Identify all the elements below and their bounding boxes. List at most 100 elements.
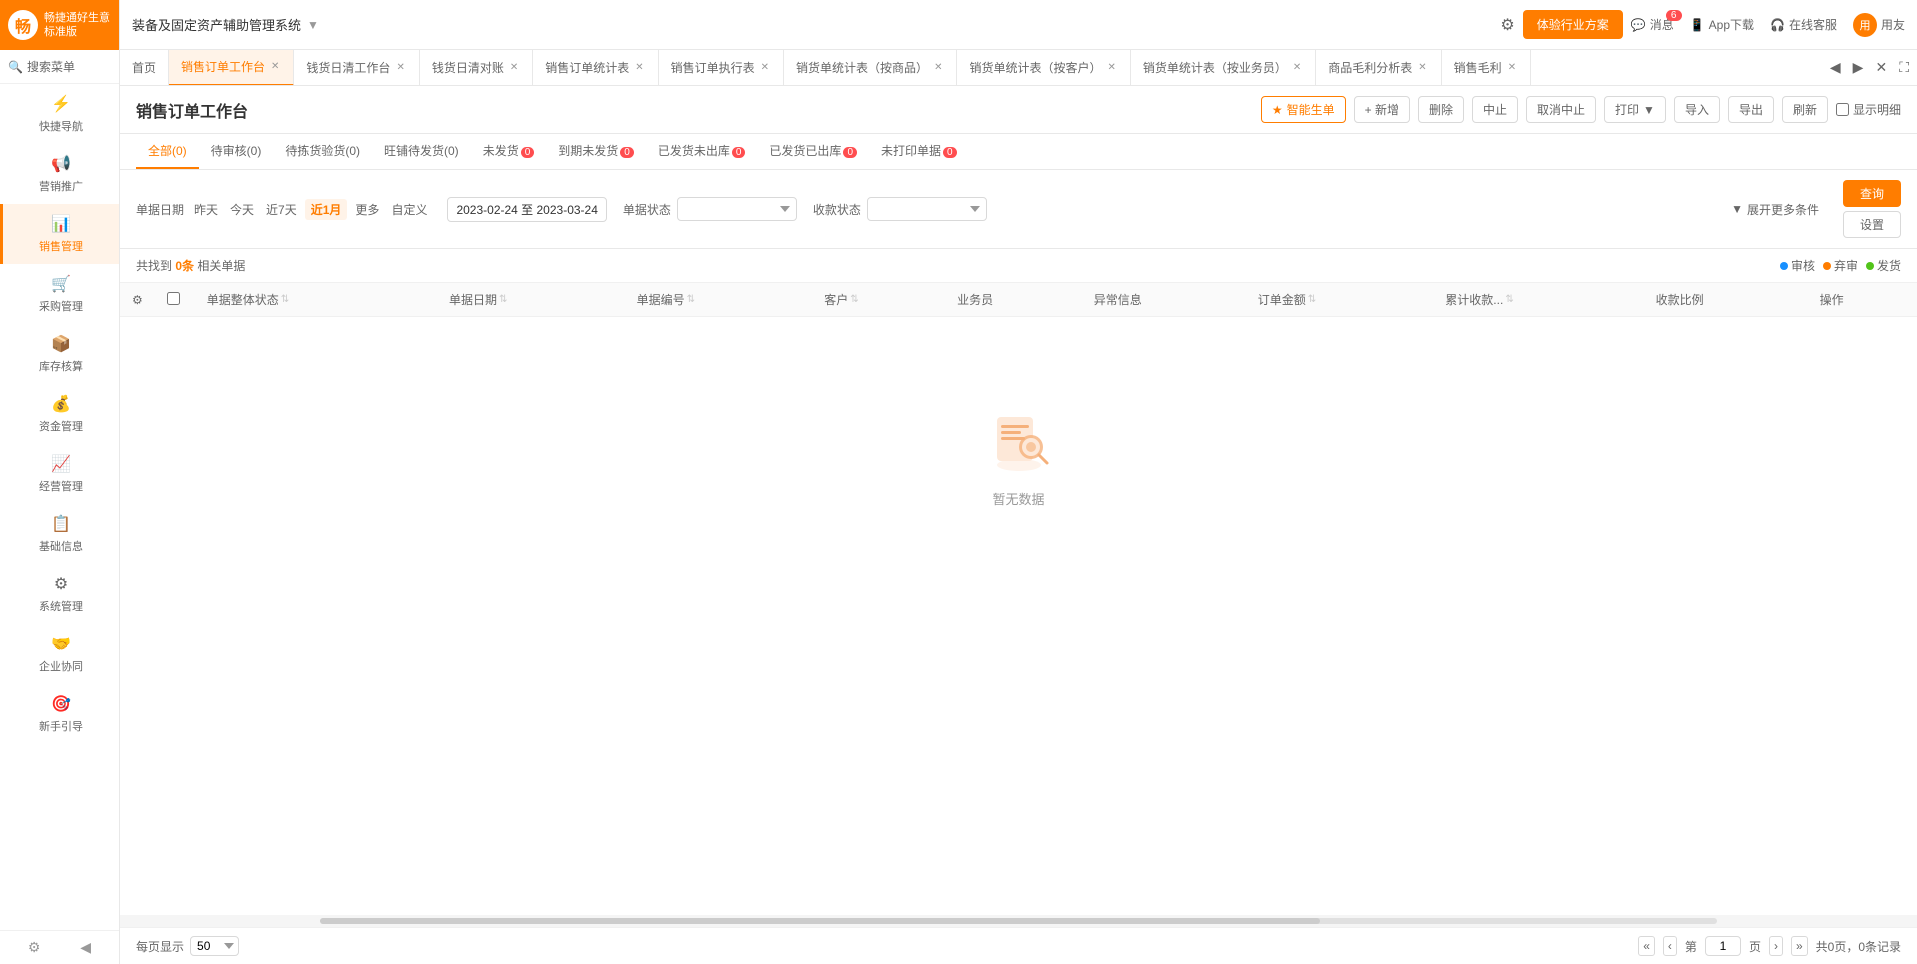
export-btn[interactable]: 导出: [1728, 96, 1774, 123]
sidebar-item-guide[interactable]: 🎯 新手引导: [0, 684, 119, 744]
topbar-title-area: 装备及固定资产辅助管理系统 ▼: [132, 15, 1492, 34]
tab-sales-profit-close[interactable]: ✕: [1506, 61, 1518, 74]
tab-sales-stats-staff[interactable]: 销货单统计表（按业务员） ✕: [1131, 50, 1316, 86]
sidebar-item-base[interactable]: 📋 基础信息: [0, 504, 119, 564]
tab-sales-stats-customer[interactable]: 销货单统计表（按客户） ✕: [957, 50, 1130, 86]
sort-customer-icon[interactable]: ⇅: [850, 294, 858, 305]
page-input[interactable]: [1705, 936, 1741, 956]
batch-unreview-btn[interactable]: 弃审: [1823, 257, 1858, 274]
add-btn[interactable]: + 新增: [1354, 96, 1410, 123]
tab-sales-order-stats-close[interactable]: ✕: [633, 61, 645, 74]
search-settings-btn[interactable]: 设置: [1843, 211, 1901, 238]
page-next-btn[interactable]: ›: [1769, 936, 1783, 956]
sidebar-search[interactable]: 🔍 搜索菜单: [0, 50, 119, 84]
solution-button[interactable]: 体验行业方案: [1523, 10, 1623, 39]
filter-tab-pending-inspection[interactable]: 待拣货验货(0): [273, 134, 372, 169]
user-btn[interactable]: 用 用友: [1853, 13, 1905, 37]
tab-scroll-left-btn[interactable]: ◀: [1826, 57, 1845, 78]
sort-date-icon[interactable]: ⇅: [499, 294, 507, 305]
tab-sales-order-exec-close[interactable]: ✕: [759, 61, 771, 74]
import-btn[interactable]: 导入: [1674, 96, 1720, 123]
sidebar-item-marketing[interactable]: 📢 营销推广: [0, 144, 119, 204]
tab-product-margin-close[interactable]: ✕: [1416, 61, 1428, 74]
show-details-checkbox[interactable]: 显示明细: [1836, 101, 1901, 118]
filter-tab-all[interactable]: 全部(0): [136, 134, 199, 169]
tab-sales-workbench[interactable]: 销售订单工作台 ✕: [169, 50, 294, 86]
batch-review-btn[interactable]: 审核: [1780, 257, 1815, 274]
col-customer: 客户 ⇅: [812, 283, 945, 317]
cancel-stop-btn[interactable]: 取消中止: [1526, 96, 1596, 123]
sort-collected-icon[interactable]: ⇅: [1505, 294, 1513, 305]
delete-btn[interactable]: 删除: [1418, 96, 1464, 123]
select-all-checkbox[interactable]: [167, 292, 180, 305]
sidebar-item-purchase[interactable]: 🛒 采购管理: [0, 264, 119, 324]
print-btn[interactable]: 打印 ▼: [1604, 96, 1666, 123]
filter-tab-shipped-not-out[interactable]: 已发货未出库0: [646, 134, 758, 169]
status-select[interactable]: [677, 197, 797, 221]
sort-status-icon[interactable]: ⇅: [281, 294, 289, 305]
sort-number-icon[interactable]: ⇅: [687, 294, 695, 305]
stop-btn[interactable]: 中止: [1472, 96, 1518, 123]
payment-select[interactable]: [867, 197, 987, 221]
online-service-btn[interactable]: 🎧 在线客服: [1770, 16, 1837, 33]
refresh-btn[interactable]: 刷新: [1782, 96, 1828, 123]
tab-sales-stats-staff-close[interactable]: ✕: [1291, 61, 1303, 74]
topbar-dropdown-icon[interactable]: ▼: [307, 18, 319, 32]
tab-sales-stats-customer-close[interactable]: ✕: [1105, 61, 1117, 74]
app-download-btn[interactable]: 📱 App下载: [1690, 16, 1754, 33]
tab-fullscreen-btn[interactable]: ⛶: [1895, 57, 1913, 78]
sidebar-item-cooperation[interactable]: 🤝 企业协同: [0, 624, 119, 684]
filter-tab-overdue[interactable]: 到期未发货0: [546, 134, 646, 169]
filter-tab-not-shipped[interactable]: 未发货0: [471, 134, 547, 169]
scrollbar-thumb[interactable]: [320, 918, 1320, 924]
shortcut-7days[interactable]: 近7天: [262, 199, 301, 220]
tab-product-margin[interactable]: 商品毛利分析表 ✕: [1316, 50, 1441, 86]
shortcut-today[interactable]: 今天: [226, 199, 258, 220]
tab-cash-goods-reconcile-close[interactable]: ✕: [508, 61, 520, 74]
message-btn[interactable]: 💬 消息 6: [1631, 16, 1674, 33]
show-details-input[interactable]: [1836, 103, 1849, 116]
tab-sales-order-stats[interactable]: 销售订单统计表 ✕: [533, 50, 658, 86]
sort-amount-icon[interactable]: ⇅: [1308, 294, 1316, 305]
page-last-btn[interactable]: »: [1791, 936, 1808, 956]
tab-sales-stats-product[interactable]: 销货单统计表（按商品） ✕: [784, 50, 957, 86]
sidebar-settings-btn[interactable]: ⚙: [28, 939, 41, 956]
filter-tab-shipped-out[interactable]: 已发货已出库0: [757, 134, 869, 169]
smart-order-btn[interactable]: ★ 智能生单: [1261, 96, 1346, 123]
topbar-settings-icon[interactable]: ⚙: [1500, 15, 1514, 35]
page-size-select[interactable]: 10 20 50 100: [190, 936, 239, 956]
topbar: 装备及固定资产辅助管理系统 ▼ ⚙ 体验行业方案 💬 消息 6 📱 App下载 …: [120, 0, 1917, 50]
tab-scroll-right-btn[interactable]: ▶: [1849, 57, 1868, 78]
tab-cashier-daily-close[interactable]: ✕: [394, 61, 406, 74]
tab-sales-order-exec[interactable]: 销售订单执行表 ✕: [659, 50, 784, 86]
settings-col-icon[interactable]: ⚙: [132, 293, 143, 307]
date-range-input[interactable]: 2023-02-24 至 2023-03-24: [447, 197, 606, 222]
page-prev-btn[interactable]: ‹: [1663, 936, 1677, 956]
sidebar-item-finance[interactable]: 💰 资金管理: [0, 384, 119, 444]
tab-close-all-btn[interactable]: ✕: [1871, 57, 1891, 78]
tab-home[interactable]: 首页: [120, 50, 169, 86]
page-first-btn[interactable]: «: [1638, 936, 1655, 956]
sidebar-item-quick-nav[interactable]: ⚡ 快捷导航: [0, 84, 119, 144]
filter-tab-pending-review[interactable]: 待审核(0): [199, 134, 274, 169]
filter-tab-wangpu[interactable]: 旺铺待发货(0): [372, 134, 471, 169]
tab-cash-goods-reconcile[interactable]: 钱货日清对账 ✕: [420, 50, 533, 86]
batch-ship-btn[interactable]: 发货: [1866, 257, 1901, 274]
tab-sales-stats-product-close[interactable]: ✕: [932, 61, 944, 74]
sidebar-item-operation[interactable]: 📈 经营管理: [0, 444, 119, 504]
tab-cashier-daily[interactable]: 钱货日清工作台 ✕: [294, 50, 419, 86]
sidebar-item-sales[interactable]: 📊 销售管理: [0, 204, 119, 264]
sidebar-item-inventory[interactable]: 📦 库存核算: [0, 324, 119, 384]
shortcut-more[interactable]: 更多: [351, 199, 383, 220]
shortcut-yesterday[interactable]: 昨天: [190, 199, 222, 220]
shortcut-1month[interactable]: 近1月: [305, 199, 348, 220]
sidebar-item-system[interactable]: ⚙ 系统管理: [0, 564, 119, 624]
tab-sales-profit[interactable]: 销售毛利 ✕: [1442, 50, 1531, 86]
sidebar-collapse-btn[interactable]: ◀: [80, 939, 91, 956]
query-btn[interactable]: 查询: [1843, 180, 1901, 207]
filter-tab-not-printed[interactable]: 未打印单据0: [869, 134, 969, 169]
scrollbar-track[interactable]: [320, 918, 1717, 924]
tab-sales-workbench-close[interactable]: ✕: [269, 60, 281, 73]
shortcut-custom[interactable]: 自定义: [387, 199, 431, 220]
expand-more-btn[interactable]: ▼ 展开更多条件: [1731, 201, 1819, 218]
